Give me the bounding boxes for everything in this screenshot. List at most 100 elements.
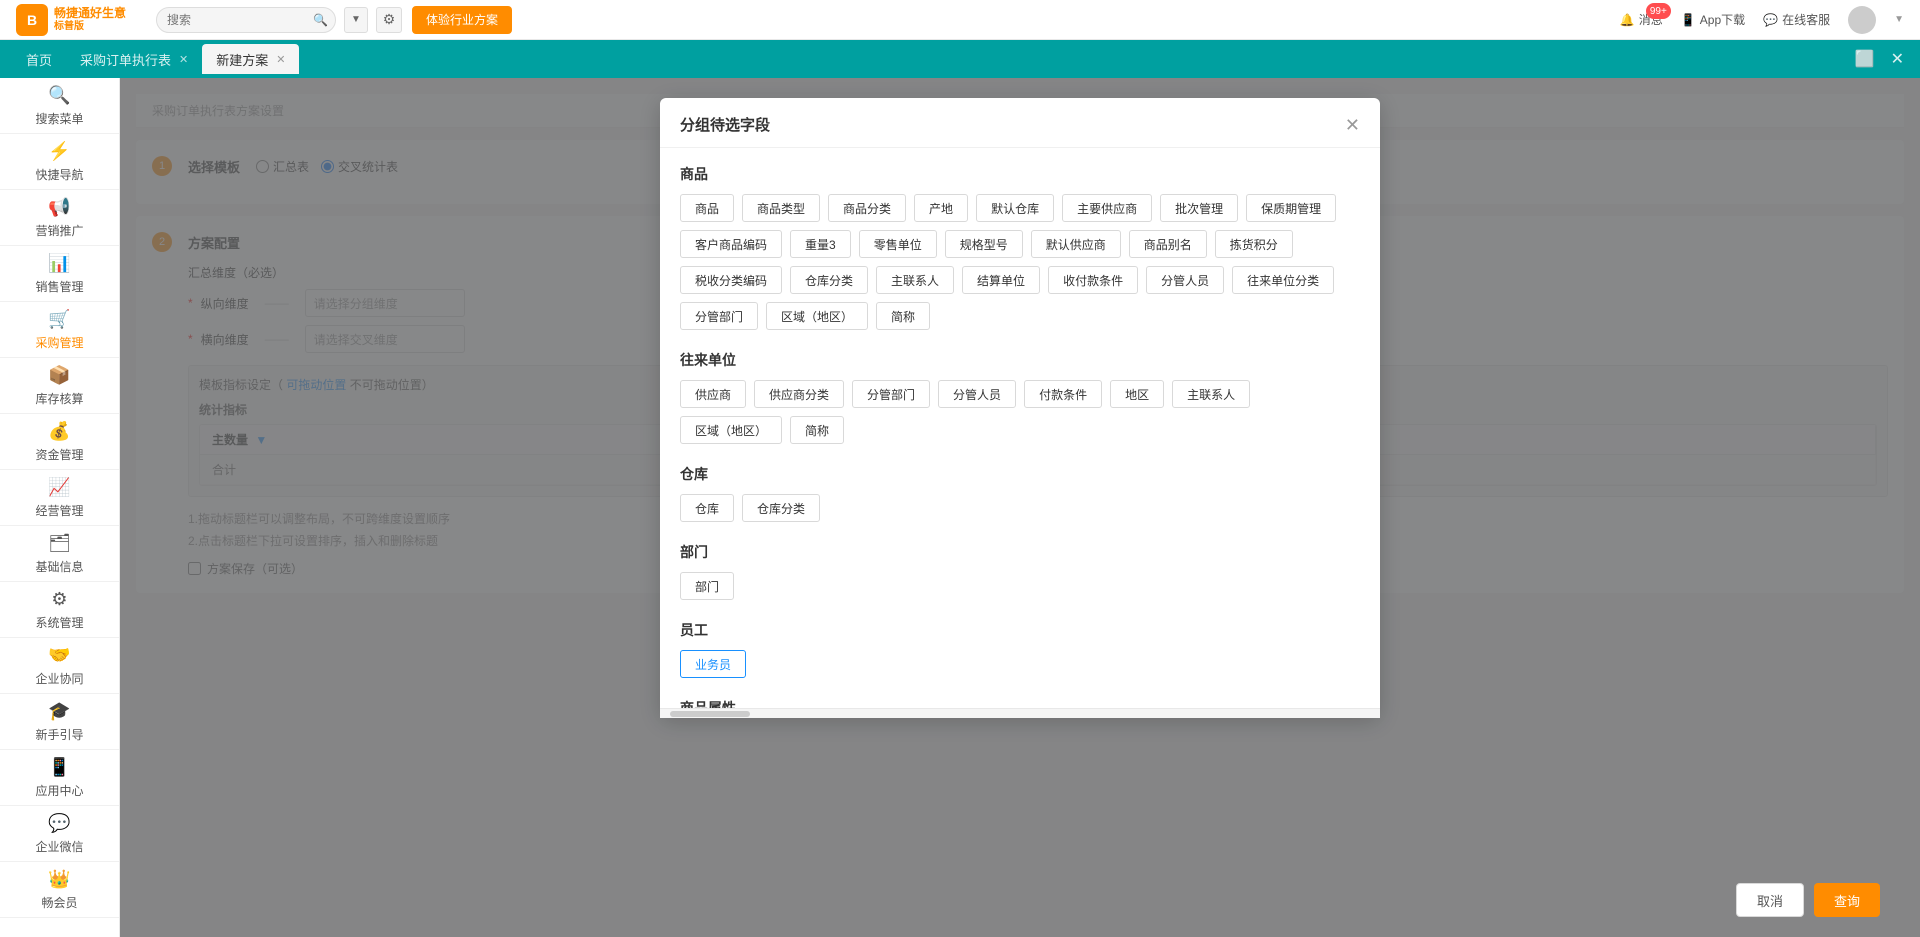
tag-goods-结算单位[interactable]: 结算单位 (962, 266, 1040, 294)
sidebar-item-finance[interactable]: 💰 资金管理 (0, 414, 119, 470)
sidebar-item-shortcut-label: 快捷导航 (35, 166, 83, 183)
tag-partner-供应商[interactable]: 供应商 (680, 380, 746, 408)
sidebar-item-basic[interactable]: 🗂 基础信息 (0, 526, 119, 582)
tab-bar-right: ⬜ ✕ (1851, 47, 1908, 71)
sidebar-item-wechat-label: 企业微信 (35, 838, 83, 855)
tab-purchase-exec[interactable]: 采购订单执行表 ✕ (66, 44, 202, 74)
tag-employee-业务员[interactable]: 业务员 (680, 650, 746, 678)
collab-icon: 🤝 (48, 645, 70, 666)
tag-goods-商品别名[interactable]: 商品别名 (1129, 230, 1207, 258)
tag-goods-默认仓库[interactable]: 默认仓库 (976, 194, 1054, 222)
membership-icon: 👑 (48, 869, 70, 890)
sidebar-item-collab[interactable]: 🤝 企业协同 (0, 638, 119, 694)
sidebar-item-operations[interactable]: 📈 经营管理 (0, 470, 119, 526)
tag-goods-分管部门[interactable]: 分管部门 (680, 302, 758, 330)
tab-restore-icon[interactable]: ⬜ (1851, 47, 1879, 71)
tag-partner-分管部门[interactable]: 分管部门 (852, 380, 930, 408)
inventory-icon: 📦 (48, 365, 70, 386)
modal-hscroll-thumb[interactable] (670, 711, 750, 717)
tag-partner-分管人员[interactable]: 分管人员 (938, 380, 1016, 408)
online-service-label: 在线客服 (1782, 11, 1830, 28)
tag-goods-商品分类[interactable]: 商品分类 (828, 194, 906, 222)
tag-warehouse-仓库[interactable]: 仓库 (680, 494, 734, 522)
notification-item[interactable]: 🔔 消息 99+ (1620, 11, 1663, 28)
tag-warehouse-仓库分类[interactable]: 仓库分类 (742, 494, 820, 522)
header-gear[interactable]: ⚙ (376, 7, 402, 33)
section-employee-tags: 业务员 (680, 650, 1360, 678)
logo-text: 畅捷通好生意 标普版 (54, 6, 126, 32)
tag-goods-零售单位[interactable]: 零售单位 (859, 230, 937, 258)
sidebar-item-sales[interactable]: 📊 销售管理 (0, 246, 119, 302)
tag-goods-主联系人[interactable]: 主联系人 (876, 266, 954, 294)
shortcut-icon: ⚡ (48, 141, 70, 162)
tag-partner-简称[interactable]: 简称 (790, 416, 844, 444)
header-dropdown[interactable]: ▼ (344, 7, 368, 33)
tag-goods-收付款条件[interactable]: 收付款条件 (1048, 266, 1138, 294)
tag-department-部门[interactable]: 部门 (680, 572, 734, 600)
sidebar-item-apps-label: 应用中心 (35, 782, 83, 799)
search-input[interactable] (156, 7, 336, 33)
sidebar-item-operations-label: 经营管理 (35, 502, 83, 519)
tab-new-scheme-close[interactable]: ✕ (276, 53, 285, 66)
tag-goods-区域地区[interactable]: 区域（地区） (766, 302, 868, 330)
tag-goods-保质期管理[interactable]: 保质期管理 (1246, 194, 1336, 222)
tag-goods-商品[interactable]: 商品 (680, 194, 734, 222)
sidebar-item-shortcut[interactable]: ⚡ 快捷导航 (0, 134, 119, 190)
avatar[interactable] (1848, 6, 1876, 34)
tag-partner-主联系人[interactable]: 主联系人 (1172, 380, 1250, 408)
tag-goods-默认供应商[interactable]: 默认供应商 (1031, 230, 1121, 258)
sidebar-item-marketing[interactable]: 📢 营销推广 (0, 190, 119, 246)
sales-icon: 📊 (48, 253, 70, 274)
header-search[interactable]: 🔍 (156, 7, 336, 33)
tag-partner-地区[interactable]: 地区 (1110, 380, 1164, 408)
sidebar-item-inventory[interactable]: 📦 库存核算 (0, 358, 119, 414)
tag-goods-税收分类编码[interactable]: 税收分类编码 (680, 266, 782, 294)
tag-goods-客户商品编码[interactable]: 客户商品编码 (680, 230, 782, 258)
tag-partner-供应商分类[interactable]: 供应商分类 (754, 380, 844, 408)
tab-purchase-exec-label: 采购订单执行表 (80, 50, 171, 69)
section-partner: 往来单位 供应商 供应商分类 分管部门 分管人员 付款条件 地区 主联系人 区域… (680, 350, 1360, 444)
sidebar-item-membership[interactable]: 👑 畅会员 (0, 862, 119, 918)
tag-goods-产地[interactable]: 产地 (914, 194, 968, 222)
sidebar-item-apps[interactable]: 📱 应用中心 (0, 750, 119, 806)
modal-hscroll[interactable] (660, 708, 1380, 718)
tab-home[interactable]: 首页 (12, 44, 66, 74)
tag-goods-主要供应商[interactable]: 主要供应商 (1062, 194, 1152, 222)
tag-goods-商品类型[interactable]: 商品类型 (742, 194, 820, 222)
tag-goods-重量3[interactable]: 重量3 (790, 230, 851, 258)
user-expand-icon[interactable]: ▼ (1894, 14, 1904, 25)
sidebar-item-system[interactable]: ⚙ 系统管理 (0, 582, 119, 638)
tag-partner-付款条件[interactable]: 付款条件 (1024, 380, 1102, 408)
sidebar-item-purchase[interactable]: 🛒 采购管理 (0, 302, 119, 358)
sidebar-item-purchase-label: 采购管理 (35, 334, 83, 351)
cancel-button[interactable]: 取消 (1736, 883, 1804, 917)
tab-close-icon[interactable]: ✕ (1887, 47, 1908, 71)
experience-btn[interactable]: 体验行业方案 (412, 6, 512, 34)
tab-new-scheme[interactable]: 新建方案 ✕ (202, 44, 299, 74)
tag-goods-分管人员[interactable]: 分管人员 (1146, 266, 1224, 294)
tag-goods-仓库分类[interactable]: 仓库分类 (790, 266, 868, 294)
section-department-title: 部门 (680, 542, 1360, 562)
tag-goods-拣货积分[interactable]: 拣货积分 (1215, 230, 1293, 258)
sidebar-item-search[interactable]: 🔍 搜索菜单 (0, 78, 119, 134)
tab-purchase-exec-close[interactable]: ✕ (179, 53, 188, 66)
sidebar-item-system-label: 系统管理 (35, 614, 83, 631)
tag-partner-区域地区[interactable]: 区域（地区） (680, 416, 782, 444)
gear-icon: ⚙ (383, 11, 396, 28)
basic-icon: 🗂 (48, 533, 71, 554)
tag-goods-往来单位分类[interactable]: 往来单位分类 (1232, 266, 1334, 294)
confirm-button[interactable]: 查询 (1814, 883, 1880, 917)
tag-goods-规格型号[interactable]: 规格型号 (945, 230, 1023, 258)
modal-body[interactable]: 商品 商品 商品类型 商品分类 产地 默认仓库 主要供应商 批次管理 保质期管理… (660, 148, 1380, 708)
purchase-icon: 🛒 (48, 309, 70, 330)
finance-icon: 💰 (48, 421, 70, 442)
app-download-item[interactable]: 📱 App下载 (1681, 11, 1745, 28)
tag-goods-简称[interactable]: 简称 (876, 302, 930, 330)
sidebar-item-guide[interactable]: 🎓 新手引导 (0, 694, 119, 750)
modal-close-button[interactable]: ✕ (1345, 116, 1360, 134)
sidebar-item-marketing-label: 营销推广 (35, 222, 83, 239)
sidebar-item-wechat[interactable]: 💬 企业微信 (0, 806, 119, 862)
section-partner-title: 往来单位 (680, 350, 1360, 370)
tag-goods-批次管理[interactable]: 批次管理 (1160, 194, 1238, 222)
online-service-item[interactable]: 💬 在线客服 (1763, 11, 1830, 28)
